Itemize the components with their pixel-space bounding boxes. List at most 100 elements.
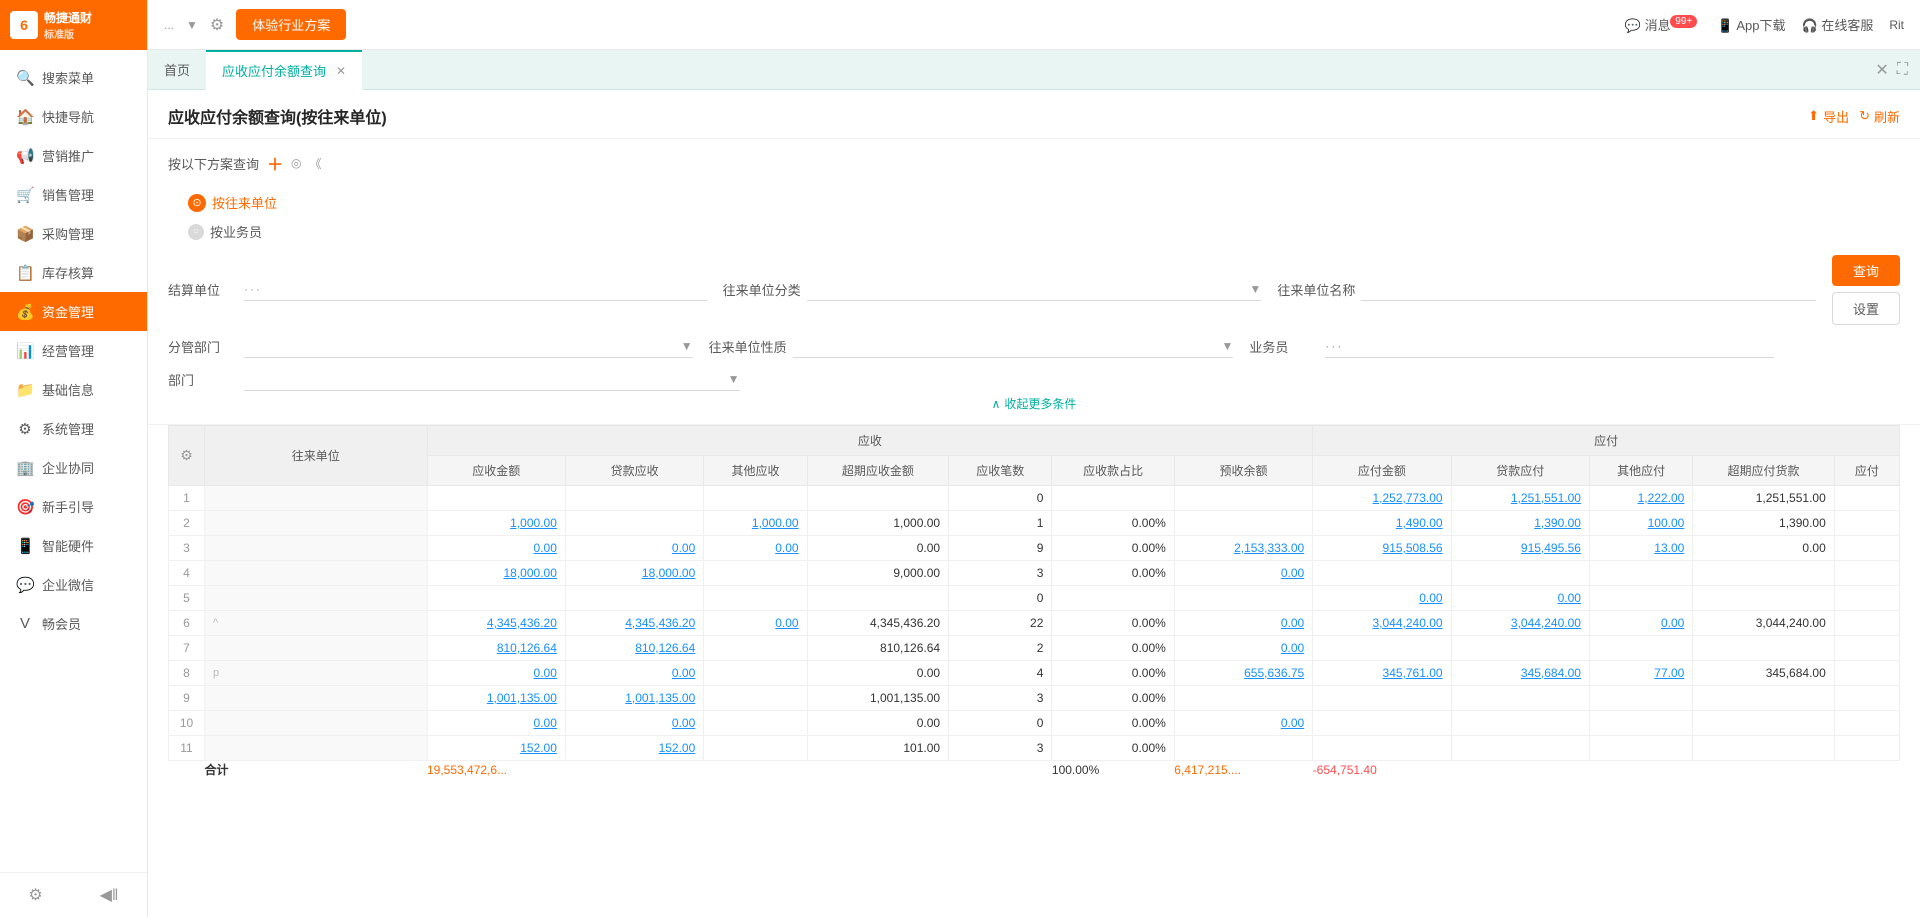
sidebar-item-inventory[interactable]: 📋库存核算 bbox=[0, 253, 147, 292]
cell-link[interactable]: 0.00 bbox=[1661, 616, 1684, 630]
scheme-item-salesman[interactable]: ○ 按业务员 bbox=[188, 218, 1880, 245]
cell-link[interactable]: 4,345,436.20 bbox=[487, 616, 557, 630]
sidebar-item-sales[interactable]: 🛒销售管理 bbox=[0, 175, 147, 214]
sidebar-item-system[interactable]: ⚙系统管理 bbox=[0, 409, 147, 448]
cell-link[interactable]: 810,126.64 bbox=[497, 641, 557, 655]
filter-target-btn[interactable]: ◎ bbox=[291, 156, 301, 170]
sidebar-item-guide[interactable]: 🎯新手引导 bbox=[0, 487, 147, 526]
tab-home[interactable]: 首页 bbox=[148, 50, 206, 90]
cell-link[interactable]: 18,000.00 bbox=[504, 566, 557, 580]
cell-link[interactable]: 0.00 bbox=[1281, 716, 1304, 730]
sidebar-item-marketing[interactable]: 📢营销推广 bbox=[0, 136, 147, 175]
th-pay-amount: 应付金额 bbox=[1313, 456, 1451, 486]
cell-link[interactable]: 3,044,240.00 bbox=[1511, 616, 1581, 630]
cell-link[interactable]: 0.00 bbox=[1281, 616, 1304, 630]
tab-close-btn[interactable]: ✕ bbox=[336, 64, 346, 78]
cell-link[interactable]: 0.00 bbox=[534, 666, 557, 680]
cell-pay-5 bbox=[1834, 736, 1899, 761]
tab-fullscreen-btn[interactable]: ⛶ bbox=[1897, 61, 1908, 79]
cell-link[interactable]: 810,126.64 bbox=[635, 641, 695, 655]
set-btn[interactable]: 设置 bbox=[1832, 292, 1900, 325]
cell-index: 11 bbox=[169, 736, 205, 761]
online-service-btn[interactable]: 🎧 在线客服 bbox=[1802, 15, 1874, 34]
tab-close-all-btn[interactable]: ✕ bbox=[1875, 60, 1888, 80]
table-row: 2 1,000.00 1,000.00 1,000.00 1 0.00% 1,4… bbox=[169, 511, 1900, 536]
scheme-item-partner[interactable]: ⊙ 按往来单位 bbox=[188, 187, 1880, 218]
cell-link[interactable]: 0.00 bbox=[534, 541, 557, 555]
cell-link[interactable]: 0.00 bbox=[672, 716, 695, 730]
cell-link[interactable]: 152.00 bbox=[520, 741, 557, 755]
filter-add-btn[interactable]: ＋ bbox=[267, 151, 283, 175]
filter-section: 按以下方案查询 ＋ ◎ 《 ⊙ 按往来单位 ○ 按业务员 bbox=[148, 139, 1920, 425]
cell-link[interactable]: 0.00 bbox=[775, 541, 798, 555]
cell-link[interactable]: 18,000.00 bbox=[642, 566, 695, 580]
sidebar-item-member[interactable]: V畅会员 bbox=[0, 604, 147, 643]
filter-input-partner-name[interactable] bbox=[1361, 277, 1816, 301]
cell-link[interactable]: 100.00 bbox=[1648, 516, 1685, 530]
cell-link[interactable]: 0.00 bbox=[534, 716, 557, 730]
collapse-filter-btn[interactable]: ∧ 收起更多条件 bbox=[168, 395, 1900, 412]
breadcrumb-dropdown[interactable]: ▼ bbox=[186, 18, 198, 32]
cell-link[interactable]: 3,044,240.00 bbox=[1373, 616, 1443, 630]
sidebar-item-search[interactable]: 🔍搜索菜单 bbox=[0, 58, 147, 97]
cell-link[interactable]: 915,508.56 bbox=[1383, 541, 1443, 555]
refresh-btn[interactable]: ↻ 刷新 bbox=[1859, 107, 1900, 126]
sidebar-item-operation[interactable]: 📊经营管理 bbox=[0, 331, 147, 370]
cell-link[interactable]: 1,222.00 bbox=[1638, 491, 1685, 505]
cell-pay-loan: 1,390.00 bbox=[1451, 511, 1589, 536]
scheme-icon-partner: ⊙ bbox=[188, 194, 206, 212]
sidebar-item-basic[interactable]: 📁基础信息 bbox=[0, 370, 147, 409]
sidebar-item-wechat[interactable]: 💬企业微信 bbox=[0, 565, 147, 604]
cell-link[interactable]: 1,490.00 bbox=[1396, 516, 1443, 530]
sidebar-item-finance[interactable]: 💰资金管理 bbox=[0, 292, 147, 331]
cell-link[interactable]: 345,684.00 bbox=[1521, 666, 1581, 680]
cell-link[interactable]: 77.00 bbox=[1654, 666, 1684, 680]
table-settings-icon[interactable]: ⚙ bbox=[180, 447, 193, 463]
cell-link[interactable]: 0.00 bbox=[1558, 591, 1581, 605]
cell-link[interactable]: 4,345,436.20 bbox=[625, 616, 695, 630]
cell-link[interactable]: 1,252,773.00 bbox=[1373, 491, 1443, 505]
cell-link[interactable]: 1,001,135.00 bbox=[625, 691, 695, 705]
sidebar-item-enterprise[interactable]: 🏢企业协同 bbox=[0, 448, 147, 487]
cell-link[interactable]: 1,251,551.00 bbox=[1511, 491, 1581, 505]
app-download-btn[interactable]: 📱 App下载 bbox=[1717, 15, 1785, 34]
filter-collapse-scheme[interactable]: 《 bbox=[310, 155, 322, 172]
cell-pay-5 bbox=[1834, 536, 1899, 561]
cell-link[interactable]: 915,495.56 bbox=[1521, 541, 1581, 555]
cell-link[interactable]: 1,390.00 bbox=[1534, 516, 1581, 530]
cell-pay-loan bbox=[1451, 561, 1589, 586]
sidebar-item-quick-nav[interactable]: 🏠快捷导航 bbox=[0, 97, 147, 136]
gear-icon[interactable]: ⚙ bbox=[210, 15, 224, 35]
cell-link[interactable]: 13.00 bbox=[1654, 541, 1684, 555]
industry-btn[interactable]: 体验行业方案 bbox=[236, 9, 346, 40]
message-btn[interactable]: 💬 消息 99+ bbox=[1625, 15, 1701, 34]
sidebar-item-purchase[interactable]: 📦采购管理 bbox=[0, 214, 147, 253]
filter-select-dept[interactable]: ▼ bbox=[244, 335, 693, 358]
filter-select-salesman[interactable]: ··· bbox=[1325, 335, 1774, 358]
user-menu[interactable]: Rit bbox=[1889, 18, 1904, 32]
sidebar-settings-btn[interactable]: ⚙ bbox=[28, 885, 42, 905]
filter-select-department[interactable]: ▼ bbox=[244, 368, 740, 391]
filter-select-settlement[interactable]: ··· bbox=[244, 278, 707, 301]
filter-select-partner-type[interactable]: ▼ bbox=[807, 278, 1262, 301]
cell-link[interactable]: 0.00 bbox=[672, 666, 695, 680]
tab-receivable[interactable]: 应收应付余额查询 ✕ bbox=[206, 50, 362, 90]
cell-link[interactable]: 152.00 bbox=[659, 741, 696, 755]
cell-link[interactable]: 345,761.00 bbox=[1383, 666, 1443, 680]
cell-link[interactable]: 0.00 bbox=[775, 616, 798, 630]
cell-link[interactable]: 0.00 bbox=[1281, 566, 1304, 580]
cell-link[interactable]: 1,001,135.00 bbox=[487, 691, 557, 705]
filter-select-partner-nature[interactable]: ▼ bbox=[793, 335, 1234, 358]
cell-link[interactable]: 1,000.00 bbox=[510, 516, 557, 530]
cell-pay-loan bbox=[1451, 736, 1589, 761]
cell-link[interactable]: 2,153,333.00 bbox=[1234, 541, 1304, 555]
query-btn[interactable]: 查询 bbox=[1832, 255, 1900, 286]
cell-link[interactable]: 0.00 bbox=[672, 541, 695, 555]
sidebar-item-hardware[interactable]: 📱智能硬件 bbox=[0, 526, 147, 565]
export-btn[interactable]: ⬆ 导出 bbox=[1808, 107, 1849, 126]
cell-link[interactable]: 655,636.75 bbox=[1244, 666, 1304, 680]
sidebar-collapse-btn[interactable]: ◀‖ bbox=[100, 885, 119, 905]
cell-link[interactable]: 0.00 bbox=[1419, 591, 1442, 605]
cell-link[interactable]: 1,000.00 bbox=[752, 516, 799, 530]
cell-link[interactable]: 0.00 bbox=[1281, 641, 1304, 655]
